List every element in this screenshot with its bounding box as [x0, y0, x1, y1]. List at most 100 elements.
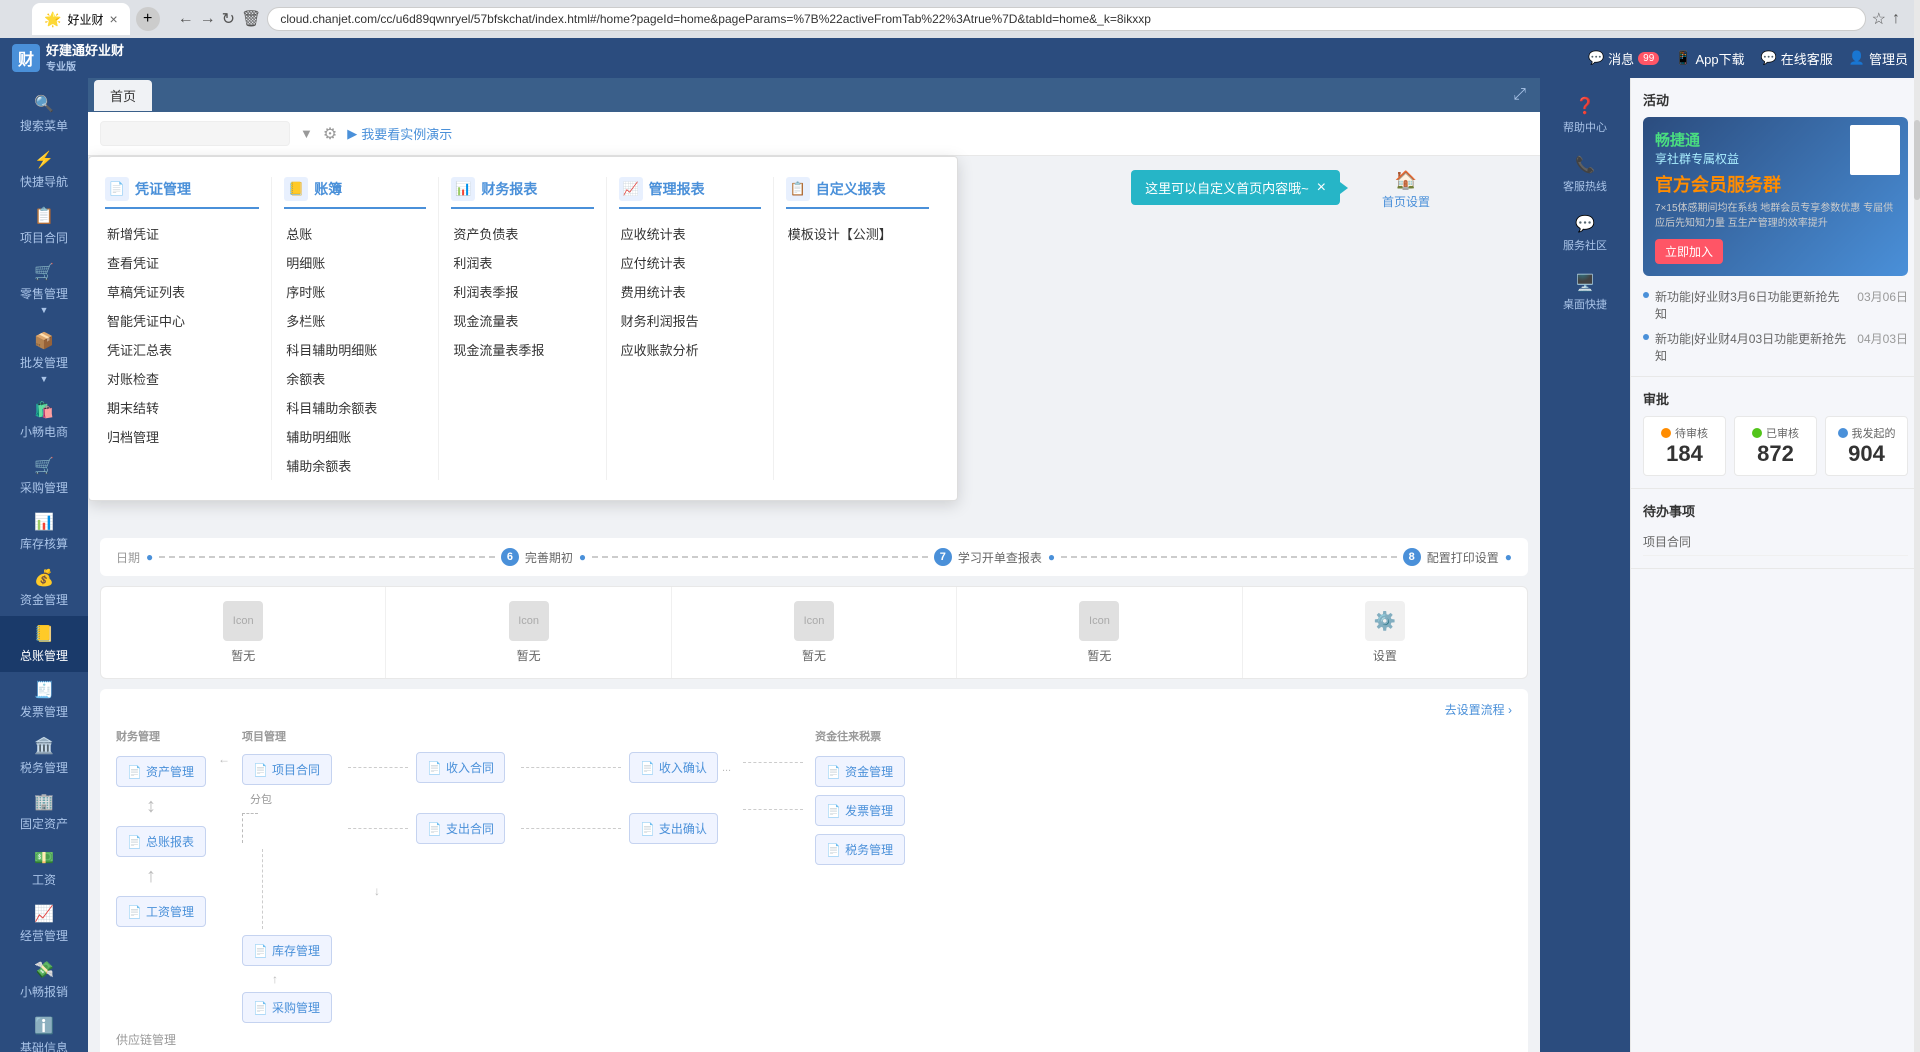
right-sidebar-help[interactable]: ❓ 帮助中心 [1540, 86, 1630, 145]
menu-item-balance-sheet[interactable]: 资产负债表 [451, 219, 593, 248]
nav-forward-btn[interactable]: → [200, 10, 216, 28]
right-sidebar-desktop[interactable]: 🖥️ 桌面快捷 [1540, 263, 1630, 322]
bookmark-btn[interactable]: ☆ [1872, 9, 1886, 29]
approval-card-pending[interactable]: 待审核 184 [1643, 416, 1726, 476]
sidebar-item-ecommerce[interactable]: 🛍️ 小畅电商 [0, 392, 88, 448]
news-item-2[interactable]: 新功能|好业财4月03日功能更新抢先知 04月03日 [1643, 326, 1908, 364]
sidebar-item-wholesale[interactable]: 📦 批发管理 ▼ [0, 323, 88, 392]
menu-item-template-design[interactable]: 模板设计【公测】 [786, 219, 929, 248]
browser-tab-close[interactable]: × [109, 11, 117, 27]
menu-item-profit-loss[interactable]: 利润表 [451, 248, 593, 277]
nav-refresh-btn[interactable]: ↻ [222, 9, 235, 29]
flow-node-assets[interactable]: 📄 资产管理 [116, 756, 206, 787]
menu-item-add-voucher[interactable]: 新增凭证 [105, 219, 259, 248]
banner-action-btn[interactable]: 立即加入 [1655, 239, 1723, 264]
sidebar-item-expense[interactable]: 💸 小畅报销 [0, 952, 88, 1008]
sidebar-item-retail[interactable]: 🛒 零售管理 ▼ [0, 254, 88, 323]
menu-item-period-close[interactable]: 期末结转 [105, 393, 259, 422]
homepage-settings-link[interactable]: 🏠 首页设置 [1382, 170, 1430, 210]
flow-node-invoice-mgmt[interactable]: 📄 发票管理 [815, 795, 905, 826]
app-download-btn[interactable]: 📱 App下载 [1675, 49, 1744, 68]
nav-tab-home[interactable]: 首页 [94, 80, 152, 111]
sidebar-item-basic[interactable]: ℹ️ 基础信息 [0, 1008, 88, 1052]
sidebar-item-purchase[interactable]: 🛒 采购管理 [0, 448, 88, 504]
sidebar-item-invoice[interactable]: 🧾 发票管理 [0, 672, 88, 728]
menu-item-reconcile[interactable]: 对账检查 [105, 364, 259, 393]
expand-icon[interactable]: ⤢ [1513, 86, 1526, 104]
flow-node-ledger-report[interactable]: 📄 总账报表 [116, 826, 206, 857]
flow-node-salary[interactable]: 📄 工资管理 [116, 896, 206, 927]
notification-btn[interactable]: 💬 消息 99 [1588, 49, 1659, 68]
flow-diagram-content: 财务管理 📄 资产管理 ↕ 📄 总账报表 [116, 728, 1512, 1023]
menu-item-aux-detail[interactable]: 辅助明细账 [284, 422, 426, 451]
todo-item-project[interactable]: 项目合同 [1643, 528, 1908, 556]
flow-node-income-contract[interactable]: 📄 收入合同 [416, 752, 505, 783]
flow-node-capital-mgmt[interactable]: 📄 资金管理 [815, 756, 905, 787]
settings-icon[interactable]: ⚙ [323, 124, 337, 144]
sidebar-item-salary[interactable]: 💵 工资 [0, 840, 88, 896]
dropdown-arrow-icon[interactable]: ▼ [300, 126, 313, 141]
shortcut-3[interactable]: Icon 暂无 [672, 587, 957, 678]
sidebar-item-ledger[interactable]: 📒 总账管理 [0, 616, 88, 672]
menu-item-general-ledger[interactable]: 总账 [284, 219, 426, 248]
sidebar-item-search[interactable]: 🔍 搜索菜单 [0, 86, 88, 142]
browser-tab-active[interactable]: 🌟 好业财 × [32, 3, 130, 35]
nav-delete-btn[interactable]: 🗑 [241, 9, 261, 29]
menu-item-sequential[interactable]: 序时账 [284, 277, 426, 306]
flow-node-expense-contract[interactable]: 📄 支出合同 [416, 813, 505, 844]
right-sidebar-community[interactable]: 💬 服务社区 [1540, 204, 1630, 263]
flow-node-expense-confirm[interactable]: 📄 支出确认 [629, 813, 718, 844]
flow-node-tax-mgmt[interactable]: 📄 税务管理 [815, 834, 905, 865]
sidebar-item-management[interactable]: 📈 经营管理 [0, 896, 88, 952]
menu-item-cashflow-quarterly[interactable]: 现金流量表季报 [451, 335, 593, 364]
sidebar-item-quick-nav[interactable]: ⚡ 快捷导航 [0, 142, 88, 198]
shortcut-1[interactable]: Icon 暂无 [101, 587, 386, 678]
sidebar-item-inventory[interactable]: 📊 库存核算 [0, 504, 88, 560]
menu-item-subject-detail[interactable]: 科目辅助明细账 [284, 335, 426, 364]
new-tab-button[interactable]: + [136, 7, 160, 31]
shortcut-2[interactable]: Icon 暂无 [386, 587, 671, 678]
sidebar-item-project[interactable]: 📋 项目合同 [0, 198, 88, 254]
sidebar-item-tax[interactable]: 🏛️ 税务管理 [0, 728, 88, 784]
flow-node-inventory-mgmt[interactable]: 📄 库存管理 [242, 935, 332, 966]
menu-item-expense-stats[interactable]: 费用统计表 [619, 277, 761, 306]
menu-item-multi-column[interactable]: 多栏账 [284, 306, 426, 335]
sidebar-item-finance[interactable]: 💰 资金管理 [0, 560, 88, 616]
scrollbar-track[interactable] [1914, 78, 1920, 1052]
shortcut-4[interactable]: Icon 暂无 [957, 587, 1242, 678]
flow-node-purchase-mgmt[interactable]: 📄 采购管理 [242, 992, 332, 1023]
scrollbar-thumb[interactable] [1914, 120, 1920, 200]
tip-close-btn[interactable]: × [1317, 179, 1326, 197]
approval-card-initiated[interactable]: 我发起的 904 [1825, 416, 1908, 476]
menu-item-voucher-summary[interactable]: 凭证汇总表 [105, 335, 259, 364]
menu-item-profit-report[interactable]: 财务利润报告 [619, 306, 761, 335]
right-sidebar-service[interactable]: 📞 客服热线 [1540, 145, 1630, 204]
search-input[interactable] [100, 121, 290, 146]
flow-node-income-confirm[interactable]: 📄 收入确认 [629, 752, 718, 783]
menu-item-receivable-analysis[interactable]: 应收账款分析 [619, 335, 761, 364]
menu-item-cashflow[interactable]: 现金流量表 [451, 306, 593, 335]
menu-item-profit-quarterly[interactable]: 利润表季报 [451, 277, 593, 306]
menu-item-aux-balance[interactable]: 辅助余额表 [284, 451, 426, 480]
menu-item-detail-ledger[interactable]: 明细账 [284, 248, 426, 277]
shortcut-settings[interactable]: ⚙️ 设置 [1243, 587, 1527, 678]
online-service-btn[interactable]: 💬 在线客服 [1761, 49, 1833, 68]
menu-item-balance-table[interactable]: 余额表 [284, 364, 426, 393]
menu-item-subject-balance[interactable]: 科目辅助余额表 [284, 393, 426, 422]
menu-item-archive[interactable]: 归档管理 [105, 422, 259, 451]
menu-item-draft-voucher[interactable]: 草稿凭证列表 [105, 277, 259, 306]
approval-card-approved[interactable]: 已审核 872 [1734, 416, 1817, 476]
nav-back-btn[interactable]: ← [178, 10, 194, 28]
news-item-1[interactable]: 新功能|好业财3月6日功能更新抢先知 03月06日 [1643, 284, 1908, 326]
menu-item-payable-stats[interactable]: 应付统计表 [619, 248, 761, 277]
flow-node-project-contract[interactable]: 📄 项目合同 [242, 754, 332, 785]
flow-go-link[interactable]: 去设置流程 › [1445, 701, 1512, 718]
share-btn[interactable]: ↑ [1892, 10, 1900, 28]
address-bar[interactable] [267, 7, 1865, 31]
menu-item-smart-voucher[interactable]: 智能凭证中心 [105, 306, 259, 335]
menu-item-view-voucher[interactable]: 查看凭证 [105, 248, 259, 277]
menu-item-receivable-stats[interactable]: 应收统计表 [619, 219, 761, 248]
demo-link[interactable]: ▶ 我要看实例演示 [347, 124, 452, 143]
sidebar-item-assets[interactable]: 🏢 固定资产 [0, 784, 88, 840]
user-avatar[interactable]: 👤 管理员 [1849, 49, 1908, 68]
